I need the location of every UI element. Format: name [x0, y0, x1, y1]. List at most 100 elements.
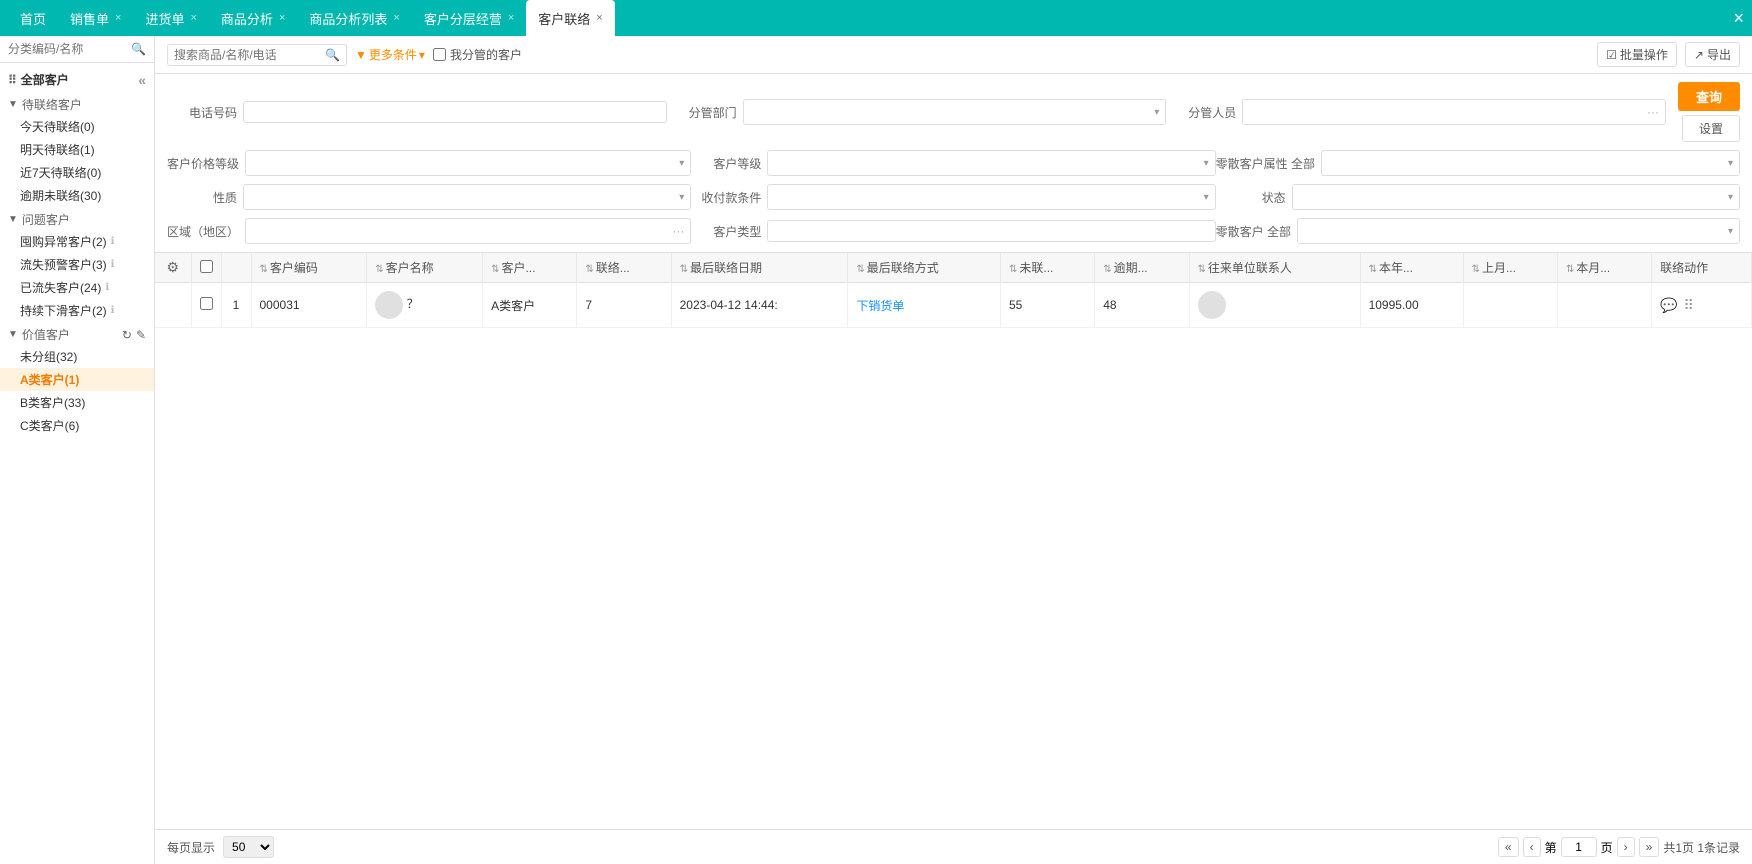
- col-last-month[interactable]: ⇅上月...: [1463, 253, 1557, 283]
- col-not-contact[interactable]: ⇅未联...: [1000, 253, 1094, 283]
- region-select[interactable]: ···: [245, 218, 691, 244]
- nav-tab-product-analysis[interactable]: 商品分析×: [209, 0, 297, 36]
- payment-select[interactable]: ▾: [767, 184, 1215, 210]
- filter-search-input[interactable]: [174, 48, 325, 62]
- col-unit-contact[interactable]: ⇅往来单位联系人: [1189, 253, 1360, 283]
- table-body: 1 000031 ？ A类客户: [155, 283, 1752, 328]
- sidebar-item-0-0[interactable]: 今天待联络(0): [0, 115, 154, 138]
- sidebar-item-1-3[interactable]: 持续下滑客户(2) ℹ: [0, 299, 154, 322]
- sidebar-group-1[interactable]: ▼问题客户: [0, 207, 154, 230]
- close-tab-customer-contact-icon[interactable]: ×: [596, 12, 602, 24]
- phone-field: 电话号码: [167, 101, 667, 123]
- region-more-icon[interactable]: ···: [672, 224, 684, 238]
- retail-attr-select[interactable]: ▾: [1321, 150, 1740, 176]
- customer-level-arrow-icon: ▾: [1204, 158, 1209, 169]
- nav-tab-product-analysis-list[interactable]: 商品分析列表×: [297, 0, 411, 36]
- col-name[interactable]: ⇅客户名称: [367, 253, 483, 283]
- edit-icon[interactable]: ✎: [136, 328, 146, 342]
- my-customer-checkbox[interactable]: [433, 48, 446, 61]
- close-tab-product-analysis-list-icon[interactable]: ×: [393, 12, 399, 24]
- first-page-button[interactable]: «: [1498, 837, 1519, 857]
- nav-tab-customer-contact[interactable]: 客户联络×: [526, 0, 614, 36]
- collapse-icon[interactable]: «: [138, 72, 146, 88]
- sidebar-value-item-3[interactable]: C类客户(6): [0, 414, 154, 437]
- sidebar-value-item-1[interactable]: A类客户(1): [0, 368, 154, 391]
- sidebar-value-item-0[interactable]: 未分组(32): [0, 345, 154, 368]
- row-last-contact-method-link[interactable]: 下销货单: [856, 299, 904, 313]
- row-num: 1: [233, 298, 240, 312]
- phone-input[interactable]: [243, 101, 667, 123]
- batch-ops-button[interactable]: ☑ 批量操作: [1597, 42, 1677, 67]
- page-input[interactable]: [1561, 837, 1597, 857]
- settings-button[interactable]: 设置: [1682, 115, 1740, 142]
- sidebar-item-0-3[interactable]: 逾期未联络(30): [0, 184, 154, 207]
- nav-tab-sales[interactable]: 销售单×: [58, 0, 133, 36]
- info-icon: ℹ: [111, 305, 115, 316]
- dept-select[interactable]: ▾: [743, 99, 1167, 125]
- sidebar-search-input[interactable]: [8, 42, 131, 56]
- row-this-year: 10995.00: [1369, 298, 1419, 312]
- close-tab-customer-tier-icon[interactable]: ×: [508, 12, 514, 24]
- close-tab-purchase-icon[interactable]: ×: [190, 12, 196, 24]
- nav-tab-purchase[interactable]: 进货单×: [133, 0, 208, 36]
- close-all-button[interactable]: ×: [1733, 8, 1744, 29]
- table-scroll[interactable]: ⚙ ⇅客户编码 ⇅客户名称 ⇅客户... ⇅联络... ⇅最后联络日期 ⇅最后: [155, 253, 1752, 829]
- total-info: 共1页 1条记录: [1663, 839, 1740, 856]
- sidebar-item-1-1[interactable]: 流失预警客户(3) ℹ: [0, 253, 154, 276]
- page-size-select[interactable]: 20 50 100 200: [223, 836, 274, 858]
- all-customers-header[interactable]: ⠿ 全部客户 «: [0, 67, 154, 92]
- nav-tab-home[interactable]: 首页: [8, 0, 58, 36]
- grid-icon: ⠿: [8, 73, 17, 87]
- filter-more-arrow: ▾: [419, 48, 425, 62]
- col-last-contact-method[interactable]: ⇅最后联络方式: [848, 253, 1001, 283]
- person-select[interactable]: ···: [1242, 99, 1666, 125]
- select-all-checkbox[interactable]: [200, 260, 213, 273]
- nature-select[interactable]: ▾: [243, 184, 691, 210]
- row-checkbox[interactable]: [200, 297, 213, 310]
- sidebar-group-0[interactable]: ▼待联络客户: [0, 92, 154, 115]
- my-customer-checkbox-area[interactable]: 我分管的客户: [433, 46, 522, 63]
- price-level-field: 客户价格等级 ▾: [167, 150, 691, 176]
- sidebar-item-0-1[interactable]: 明天待联络(1): [0, 138, 154, 161]
- close-tab-product-analysis-icon[interactable]: ×: [279, 12, 285, 24]
- query-button[interactable]: 查询: [1678, 82, 1740, 111]
- price-level-select[interactable]: ▾: [245, 150, 691, 176]
- col-contact-num[interactable]: ⇅联络...: [577, 253, 671, 283]
- price-level-arrow-icon: ▾: [679, 158, 684, 169]
- filter-search-icon[interactable]: 🔍: [325, 48, 340, 62]
- col-customer-type[interactable]: ⇅客户...: [483, 253, 577, 283]
- filter-more-button[interactable]: ▼ 更多条件 ▾: [355, 46, 425, 63]
- customer-level-select[interactable]: ▾: [767, 150, 1215, 176]
- col-last-contact-date[interactable]: ⇅最后联络日期: [671, 253, 848, 283]
- qr-icon[interactable]: ⠿: [1684, 297, 1694, 314]
- row-settings-cell: [155, 283, 191, 328]
- chat-icon[interactable]: 💬: [1660, 297, 1677, 314]
- col-this-month[interactable]: ⇅本月...: [1557, 253, 1651, 283]
- gear-icon[interactable]: ⚙: [166, 259, 179, 275]
- close-tab-sales-icon[interactable]: ×: [115, 12, 121, 24]
- row-not-contact-cell: 55: [1000, 283, 1094, 328]
- col-overdue[interactable]: ⇅逾期...: [1095, 253, 1189, 283]
- sidebar-value-item-2[interactable]: B类客户(33): [0, 391, 154, 414]
- next-page-button[interactable]: ›: [1617, 837, 1635, 857]
- col-code[interactable]: ⇅客户编码: [251, 253, 367, 283]
- row-customer-type-cell: A类客户: [483, 283, 577, 328]
- sidebar-item-0-2[interactable]: 近7天待联络(0): [0, 161, 154, 184]
- status-select[interactable]: ▾: [1292, 184, 1740, 210]
- row-last-contact-date-cell: 2023-04-12 14:44:: [671, 283, 848, 328]
- sidebar-item-1-0[interactable]: 囤购异常客户(2) ℹ: [0, 230, 154, 253]
- export-button[interactable]: ↗ 导出: [1685, 42, 1740, 67]
- person-more-icon[interactable]: ···: [1647, 105, 1659, 119]
- adv-filter-row-2: 客户价格等级 ▾ 客户等级 ▾ 零散客户属性 全部: [167, 150, 1740, 176]
- nav-tab-customer-tier[interactable]: 客户分层经营×: [412, 0, 526, 36]
- prev-page-button[interactable]: ‹: [1523, 837, 1541, 857]
- refresh-icon[interactable]: ↻: [122, 328, 132, 342]
- customer-level-label: 客户等级: [691, 155, 761, 172]
- sidebar-item-1-2[interactable]: 已流失客户(24) ℹ: [0, 276, 154, 299]
- col-settings[interactable]: ⚙: [155, 253, 191, 283]
- last-page-button[interactable]: »: [1639, 837, 1660, 857]
- sidebar-search-icon[interactable]: 🔍: [131, 42, 146, 56]
- customer-type-input[interactable]: [767, 220, 1215, 242]
- col-this-year[interactable]: ⇅本年...: [1360, 253, 1463, 283]
- retail-customer-select[interactable]: ▾: [1297, 218, 1740, 244]
